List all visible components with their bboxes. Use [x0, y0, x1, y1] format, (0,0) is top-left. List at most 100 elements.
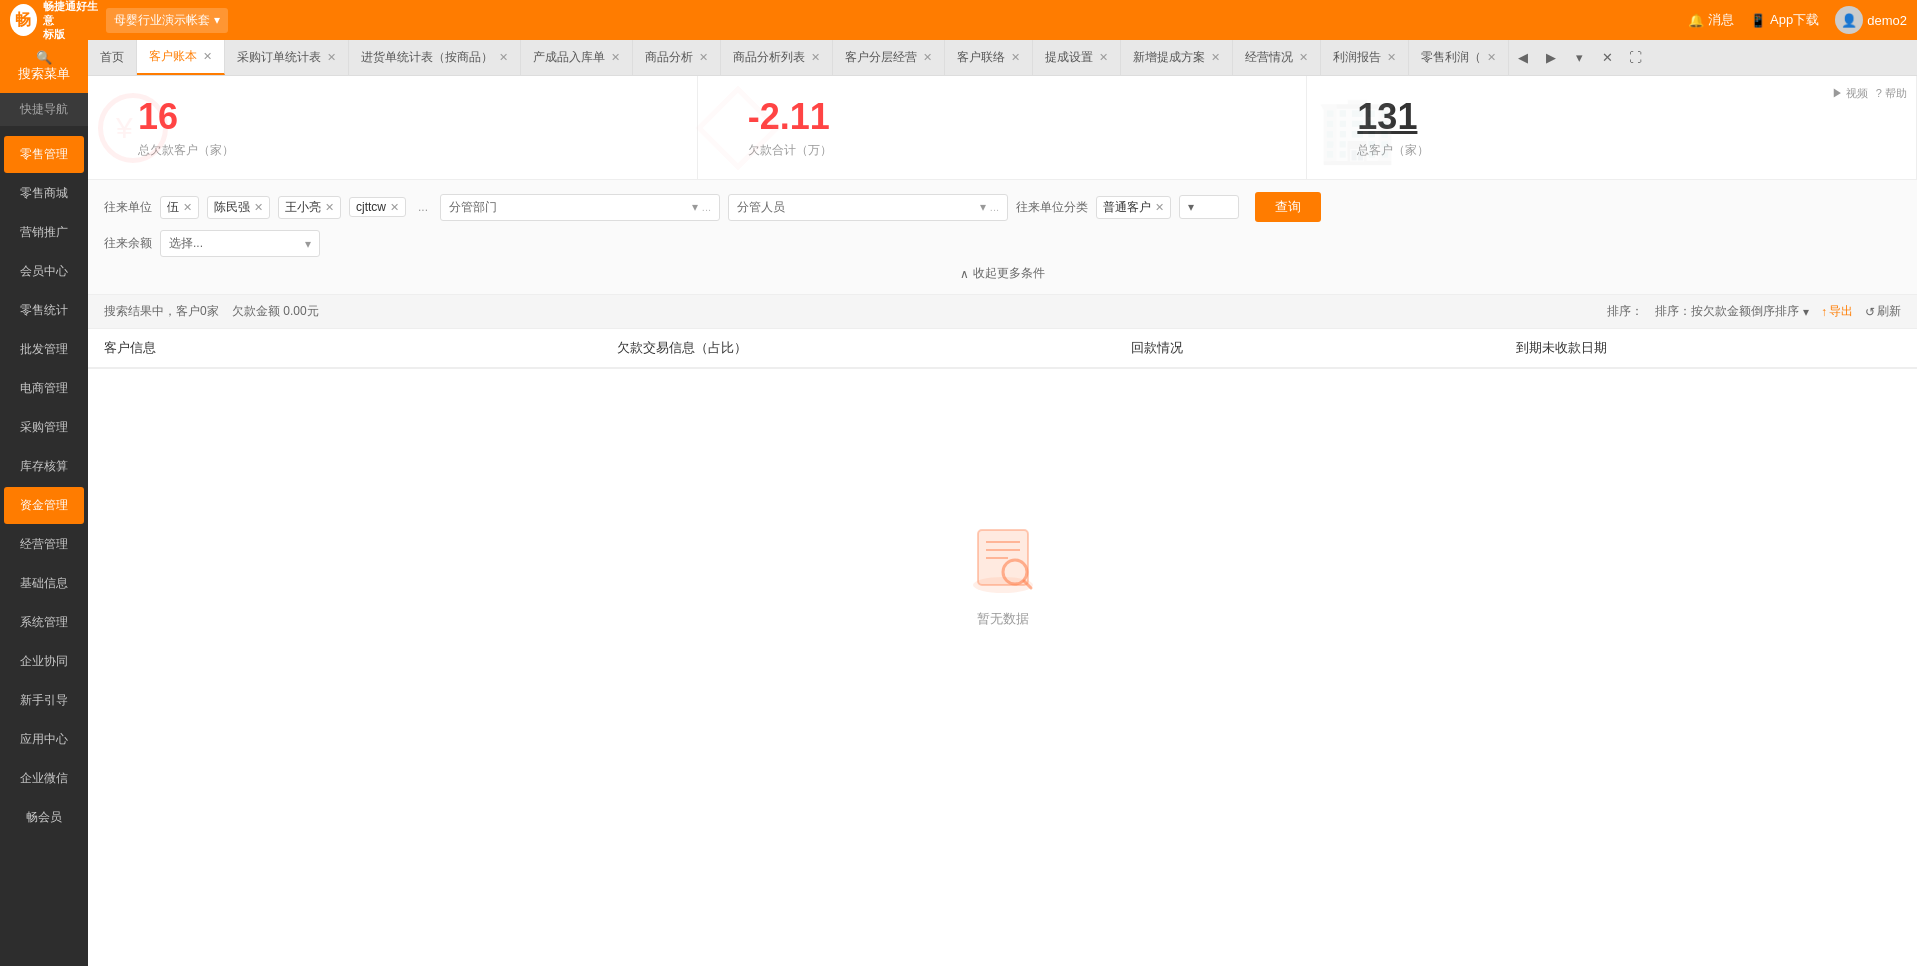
sidebar-item-wholesale[interactable]: 批发管理 — [4, 331, 84, 368]
sidebar-search[interactable]: 🔍 搜索菜单 — [0, 40, 88, 93]
balance-select[interactable]: 选择... ▾ — [160, 230, 320, 257]
tab-customer-ledger[interactable]: 客户账本 ✕ — [137, 40, 225, 75]
data-table: 客户信息 欠款交易信息（占比） 回款情况 到期未收款日期 — [88, 329, 1917, 769]
tab-close-icon[interactable]: ✕ — [699, 51, 708, 64]
unit-type-select[interactable]: ▾ — [1179, 195, 1239, 219]
company-select[interactable]: 母婴行业演示帐套 ▾ — [106, 8, 228, 33]
tab-close-icon[interactable]: ✕ — [1299, 51, 1308, 64]
filter-row-2: 往来余额 选择... ▾ — [104, 230, 1901, 257]
tab-close-icon[interactable]: ✕ — [1387, 51, 1396, 64]
sidebar-item-enterprise-wechat[interactable]: 企业微信 — [4, 760, 84, 797]
dept-select[interactable]: 分管部门 ▾ ... — [440, 194, 720, 221]
empty-text: 暂无数据 — [977, 610, 1029, 628]
message-button[interactable]: 🔔 消息 — [1688, 11, 1734, 29]
result-text: 搜索结果中，客户0家 欠款金额 0.00元 — [104, 303, 319, 320]
tab-close-all-btn[interactable]: ✕ — [1593, 40, 1621, 75]
user-menu[interactable]: 👤 demo2 — [1835, 6, 1907, 34]
tab-prev-btn[interactable]: ◀ — [1509, 40, 1537, 75]
sidebar-item-ecommerce[interactable]: 电商管理 — [4, 370, 84, 407]
tab-close-icon[interactable]: ✕ — [327, 51, 336, 64]
sidebar-item-newbie[interactable]: 新手引导 — [4, 682, 84, 719]
tab-fullscreen-btn[interactable]: ⛶ — [1621, 40, 1649, 75]
refresh-button[interactable]: ↺ 刷新 — [1865, 303, 1901, 320]
tab-next-btn[interactable]: ▶ — [1537, 40, 1565, 75]
sidebar-item-purchase[interactable]: 采购管理 — [4, 409, 84, 446]
tab-commission-setting[interactable]: 提成设置 ✕ — [1033, 40, 1121, 75]
dept-arrow-icon: ▾ — [692, 200, 698, 214]
filter-tag-wu: 伍 ✕ — [160, 196, 199, 219]
tab-retail-profit[interactable]: 零售利润（ ✕ — [1409, 40, 1509, 75]
tab-close-icon[interactable]: ✕ — [499, 51, 508, 64]
filter-tag-chen: 陈民强 ✕ — [207, 196, 270, 219]
sidebar-item-system[interactable]: 系统管理 — [4, 604, 84, 641]
sidebar-item-inventory[interactable]: 库存核算 — [4, 448, 84, 485]
sort-label: 排序： — [1607, 303, 1643, 320]
tab-bar: 首页 客户账本 ✕ 采购订单统计表 ✕ 进货单统计表（按商品） ✕ 产成品入库单… — [88, 40, 1917, 76]
remove-tag-wu[interactable]: ✕ — [183, 201, 192, 214]
app-wrapper: 畅 畅捷通好生意 标版 母婴行业演示帐套 ▾ 🔔 消息 📱 App下载 👤 — [0, 0, 1917, 966]
person-more-btn[interactable]: ... — [990, 201, 999, 213]
tab-menu-btn[interactable]: ▾ — [1565, 40, 1593, 75]
result-actions: 排序： 排序：按欠款金额倒序排序 ▾ ↑ 导出 ↺ 刷新 — [1607, 303, 1901, 320]
table-header: 客户信息 欠款交易信息（占比） 回款情况 到期未收款日期 — [88, 329, 1917, 369]
balance-arrow-icon: ▾ — [305, 237, 311, 251]
tab-customer-contact[interactable]: 客户联络 ✕ — [945, 40, 1033, 75]
remove-tag-chen[interactable]: ✕ — [254, 201, 263, 214]
person-arrow-icon: ▾ — [980, 200, 986, 214]
tab-close-icon[interactable]: ✕ — [1011, 51, 1020, 64]
tab-home[interactable]: 首页 — [88, 40, 137, 75]
stat-debt-customers-value: 16 — [138, 96, 667, 138]
sidebar-item-member-center[interactable]: 会员中心 — [4, 253, 84, 290]
filter-row-1: 往来单位 伍 ✕ 陈民强 ✕ 王小亮 ✕ — [104, 192, 1901, 222]
top-bar-left: 畅 畅捷通好生意 标版 母婴行业演示帐套 ▾ — [10, 0, 228, 41]
sidebar-item-retail-mall[interactable]: 零售商城 — [4, 175, 84, 212]
sidebar-item-vip[interactable]: 畅会员 — [4, 799, 84, 836]
tab-new-commission[interactable]: 新增提成方案 ✕ — [1121, 40, 1233, 75]
stat-debt-total-label: 欠款合计（万） — [748, 142, 1277, 159]
top-bar: 畅 畅捷通好生意 标版 母婴行业演示帐套 ▾ 🔔 消息 📱 App下载 👤 — [0, 0, 1917, 40]
sidebar-item-retail-mgmt[interactable]: 零售管理 — [4, 136, 84, 173]
app-download-button[interactable]: 📱 App下载 — [1750, 11, 1819, 29]
tab-close-icon[interactable]: ✕ — [611, 51, 620, 64]
tab-purchase-order-stats[interactable]: 采购订单统计表 ✕ — [225, 40, 349, 75]
stats-row: ¥ 16 总欠款客户（家） -2.11 欠款合计（万） — [88, 76, 1917, 180]
help-button[interactable]: ? 帮助 — [1876, 86, 1907, 101]
sidebar-item-finance[interactable]: 资金管理 — [4, 487, 84, 524]
table-body: 暂无数据 — [88, 369, 1917, 769]
logo-text: 畅捷通好生意 标版 — [43, 0, 98, 41]
sidebar-item-marketing[interactable]: 营销推广 — [4, 214, 84, 251]
tab-profit-report[interactable]: 利润报告 ✕ — [1321, 40, 1409, 75]
tab-operations[interactable]: 经营情况 ✕ — [1233, 40, 1321, 75]
video-help-button[interactable]: ▶ 视频 — [1832, 86, 1868, 101]
tab-close-icon[interactable]: ✕ — [1487, 51, 1496, 64]
sidebar-item-base-info[interactable]: 基础信息 — [4, 565, 84, 602]
collapse-btn[interactable]: ∧ 收起更多条件 — [960, 265, 1045, 282]
sidebar-item-app-center[interactable]: 应用中心 — [4, 721, 84, 758]
remove-tag-cjttcw[interactable]: ✕ — [390, 201, 399, 214]
sort-arrow-icon: ▾ — [1803, 305, 1809, 319]
tab-customer-tier[interactable]: 客户分层经营 ✕ — [833, 40, 945, 75]
sort-select[interactable]: 排序：按欠款金额倒序排序 ▾ — [1655, 303, 1809, 320]
tab-close-icon[interactable]: ✕ — [1099, 51, 1108, 64]
tab-close-icon[interactable]: ✕ — [1211, 51, 1220, 64]
tab-product-analysis[interactable]: 商品分析 ✕ — [633, 40, 721, 75]
query-button[interactable]: 查询 — [1255, 192, 1321, 222]
unit-more-btn[interactable]: ... — [414, 198, 432, 216]
sidebar-item-operations[interactable]: 经营管理 — [4, 526, 84, 563]
sidebar-item-retail-stats[interactable]: 零售统计 — [4, 292, 84, 329]
dept-more-btn[interactable]: ... — [702, 201, 711, 213]
remove-tag-normal[interactable]: ✕ — [1155, 201, 1164, 214]
tab-goods-receipt-stats[interactable]: 进货单统计表（按商品） ✕ — [349, 40, 521, 75]
tab-close-icon[interactable]: ✕ — [923, 51, 932, 64]
stat-total-customers-label: 总客户（家） — [1357, 142, 1886, 159]
tab-product-analysis-list[interactable]: 商品分析列表 ✕ — [721, 40, 833, 75]
stat-debt-total: -2.11 欠款合计（万） — [698, 76, 1308, 179]
remove-tag-wang[interactable]: ✕ — [325, 201, 334, 214]
export-button[interactable]: ↑ 导出 — [1821, 303, 1853, 320]
person-select[interactable]: 分管人员 ▾ ... — [728, 194, 1008, 221]
sidebar-item-cooperation[interactable]: 企业协同 — [4, 643, 84, 680]
sidebar-quick-nav[interactable]: 快捷导航 — [0, 93, 88, 126]
tab-close-icon[interactable]: ✕ — [203, 50, 212, 63]
tab-close-icon[interactable]: ✕ — [811, 51, 820, 64]
tab-finished-goods[interactable]: 产成品入库单 ✕ — [521, 40, 633, 75]
